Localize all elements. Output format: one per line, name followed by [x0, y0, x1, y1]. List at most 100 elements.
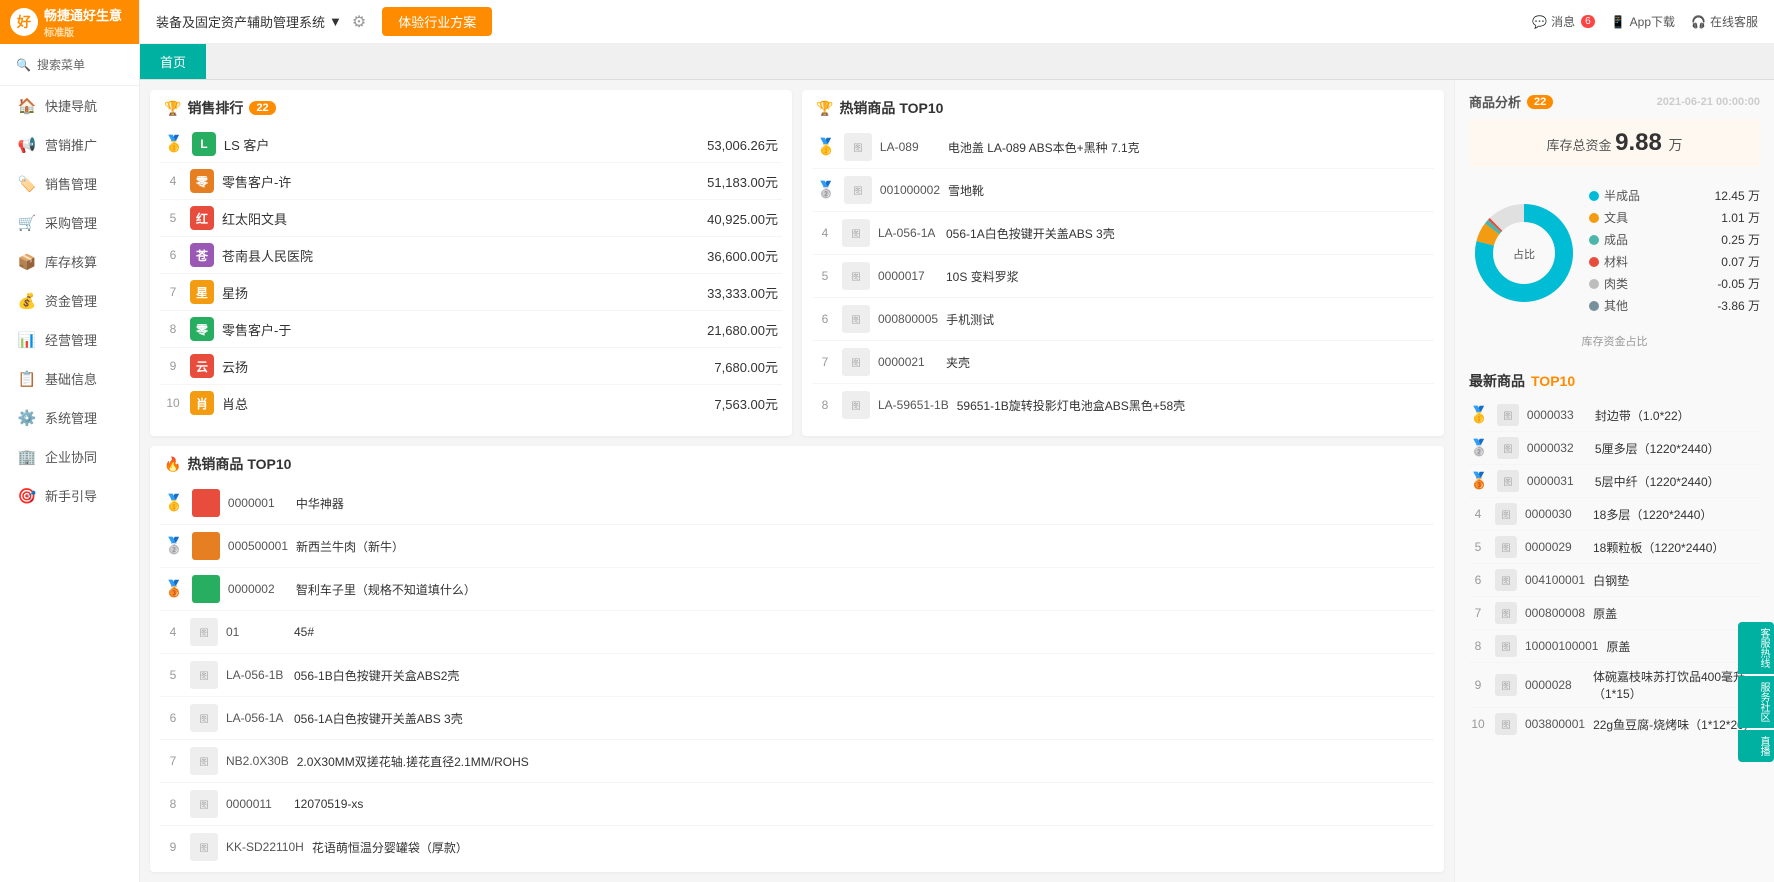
- product-row: 6 图 000800005 手机测试: [812, 298, 1434, 341]
- page-body: 🏆 销售排行 22 🥇 L LS 客户 53,006.26元 4: [140, 80, 1774, 882]
- search-icon: 🔍: [16, 58, 31, 72]
- sidebar-item-guide[interactable]: 🎯 新手引导: [0, 476, 139, 515]
- rank-number: 5: [164, 668, 182, 682]
- legend-item: 半成品 12.45 万: [1589, 187, 1760, 204]
- product-thumb: 图: [190, 790, 218, 818]
- online-service-label: 在线客服: [1710, 13, 1758, 30]
- mobile-icon: 📱: [1611, 15, 1626, 29]
- product-row: 6 图 LA-056-1A 056-1A白色按键开关盖ABS 3壳: [160, 697, 1434, 740]
- finance-icon: 💰: [17, 292, 37, 310]
- system-selector[interactable]: 装备及固定资产辅助管理系统 ▼: [156, 12, 342, 31]
- logo-text: 畅捷通好生意 标准版: [44, 5, 122, 39]
- customer-amount: 51,183.00元: [707, 172, 778, 191]
- inventory-icon: 📦: [17, 253, 37, 271]
- newest-code: 0000033: [1527, 408, 1587, 422]
- app-download-button[interactable]: 📱 App下载: [1611, 13, 1675, 30]
- newest-row: 9 图 0000028 体碗嘉枝味苏打饮品400毫升（1*15）: [1469, 663, 1760, 708]
- newest-products-section: 最新商品 TOP10 🥇 图 0000033 封边带（1.0*22） 🥈 图 0…: [1455, 361, 1774, 750]
- product-code: 000800005: [878, 312, 938, 326]
- legend-dot: [1589, 257, 1599, 267]
- legend-value: 1.01 万: [1721, 209, 1760, 226]
- newest-row: 🥇 图 0000033 封边带（1.0*22）: [1469, 399, 1760, 432]
- sidebar-item-quicknav[interactable]: 🏠 快捷导航: [0, 86, 139, 125]
- live-stream-button[interactable]: 直播: [1738, 730, 1774, 762]
- newest-name: 22g鱼豆腐-烧烤味（1*12*20）: [1593, 716, 1760, 733]
- sidebar-item-label: 营销推广: [45, 135, 97, 154]
- product-thumb: 图: [842, 262, 870, 290]
- svg-text:占比: 占比: [1513, 247, 1535, 261]
- main-left-column: 🏆 销售排行 22 🥇 L LS 客户 53,006.26元 4: [140, 80, 1454, 882]
- customer-avatar: 云: [190, 354, 214, 378]
- sidebar-item-marketing[interactable]: 📢 营销推广: [0, 125, 139, 164]
- rank-number: 5: [816, 269, 834, 283]
- legend-label: 肉类: [1604, 275, 1712, 292]
- donut-chart-wrapper: 占比 半成品 12.45 万 文具 1.01 万: [1469, 177, 1760, 329]
- customer-amount: 36,600.00元: [707, 246, 778, 265]
- customer-row: 6 苍 苍南县人民医院 36,600.00元: [160, 237, 782, 274]
- product-name: 电池盖 LA-089 ABS本色+黑种 7.1克: [948, 139, 1430, 156]
- product-thumb: 图: [190, 661, 218, 689]
- newest-icon: 图: [1495, 674, 1517, 696]
- app-name: 畅捷通好生意: [44, 5, 122, 24]
- hot-products-right-title: 热销商品 TOP10: [839, 98, 943, 118]
- hot-products-title: 热销商品 TOP10: [187, 454, 291, 474]
- product-name: 12070519-xs: [294, 797, 1430, 811]
- gear-icon[interactable]: ⚙: [352, 12, 366, 32]
- sidebar-item-purchase[interactable]: 🛒 采购管理: [0, 203, 139, 242]
- sidebar-item-enterprise[interactable]: 🏢 企业协同: [0, 437, 139, 476]
- sidebar-item-finance[interactable]: 💰 资金管理: [0, 281, 139, 320]
- product-thumb: 图: [190, 618, 218, 646]
- sidebar-item-system[interactable]: ⚙️ 系统管理: [0, 398, 139, 437]
- customer-name: 星扬: [222, 283, 699, 302]
- product-thumb: 图: [190, 704, 218, 732]
- messages-button[interactable]: 💬 消息 6: [1532, 13, 1595, 30]
- newest-icon: 图: [1495, 635, 1517, 657]
- inventory-section-title: 商品分析: [1469, 92, 1521, 111]
- sidebar-item-inventory[interactable]: 📦 库存核算: [0, 242, 139, 281]
- customer-ranking-badge: 22: [249, 101, 275, 115]
- service-community-button[interactable]: 服务社区: [1738, 676, 1774, 728]
- customer-avatar: 星: [190, 280, 214, 304]
- newest-name: 5厘多层（1220*2440）: [1595, 440, 1760, 457]
- rank-number: 9: [164, 359, 182, 373]
- product-row: 7 图 0000021 夹壳: [812, 341, 1434, 384]
- product-name: 2.0X30MM双搓花轴.搓花直径2.1MM/ROHS: [297, 753, 1430, 770]
- message-icon: 💬: [1532, 15, 1547, 29]
- customer-avatar: L: [192, 132, 216, 156]
- rank-number: 10: [164, 396, 182, 410]
- sidebar-search-area: 🔍 搜索菜单: [0, 44, 139, 86]
- newest-icon: 图: [1495, 602, 1517, 624]
- rank-number: 7: [816, 355, 834, 369]
- trial-button[interactable]: 体验行业方案: [382, 7, 492, 36]
- newest-code: 004100001: [1525, 573, 1585, 587]
- product-row: 4 图 01 45#: [160, 611, 1434, 654]
- customer-name: 零售客户-于: [222, 320, 699, 339]
- customer-amount: 7,680.00元: [714, 357, 778, 376]
- customer-hotline-button[interactable]: 客服热线: [1738, 622, 1774, 674]
- newest-top10-label: TOP10: [1531, 373, 1575, 389]
- search-menu-button[interactable]: 🔍 搜索菜单: [10, 52, 129, 77]
- tab-home[interactable]: 首页: [140, 44, 206, 79]
- sidebar-item-operations[interactable]: 📊 经营管理: [0, 320, 139, 359]
- sidebar-item-label: 企业协同: [45, 447, 97, 466]
- sidebar-item-sales[interactable]: 🏷️ 销售管理: [0, 164, 139, 203]
- product-code: 0000001: [228, 496, 288, 510]
- topbar-right: 💬 消息 6 📱 App下载 🎧 在线客服: [1532, 13, 1758, 30]
- legend-label: 半成品: [1604, 187, 1710, 204]
- product-thumb: 图: [190, 747, 218, 775]
- rank-number: 5: [1469, 540, 1487, 554]
- inventory-badge: 22: [1527, 95, 1553, 109]
- rank-number: 8: [164, 797, 182, 811]
- sidebar-item-label: 新手引导: [45, 486, 97, 505]
- newest-name: 5层中纤（1220*2440）: [1595, 473, 1760, 490]
- medal-icon: 🥇: [164, 134, 184, 154]
- customer-amount: 40,925.00元: [707, 209, 778, 228]
- marketing-icon: 📢: [17, 136, 37, 154]
- search-menu-label: 搜索菜单: [37, 56, 85, 73]
- newest-row: 7 图 000800008 原盖: [1469, 597, 1760, 630]
- newest-label: 最新商品: [1469, 371, 1525, 391]
- newest-code: 0000030: [1525, 507, 1585, 521]
- customer-amount: 53,006.26元: [707, 135, 778, 154]
- sidebar-item-basic-info[interactable]: 📋 基础信息: [0, 359, 139, 398]
- online-service-button[interactable]: 🎧 在线客服: [1691, 13, 1758, 30]
